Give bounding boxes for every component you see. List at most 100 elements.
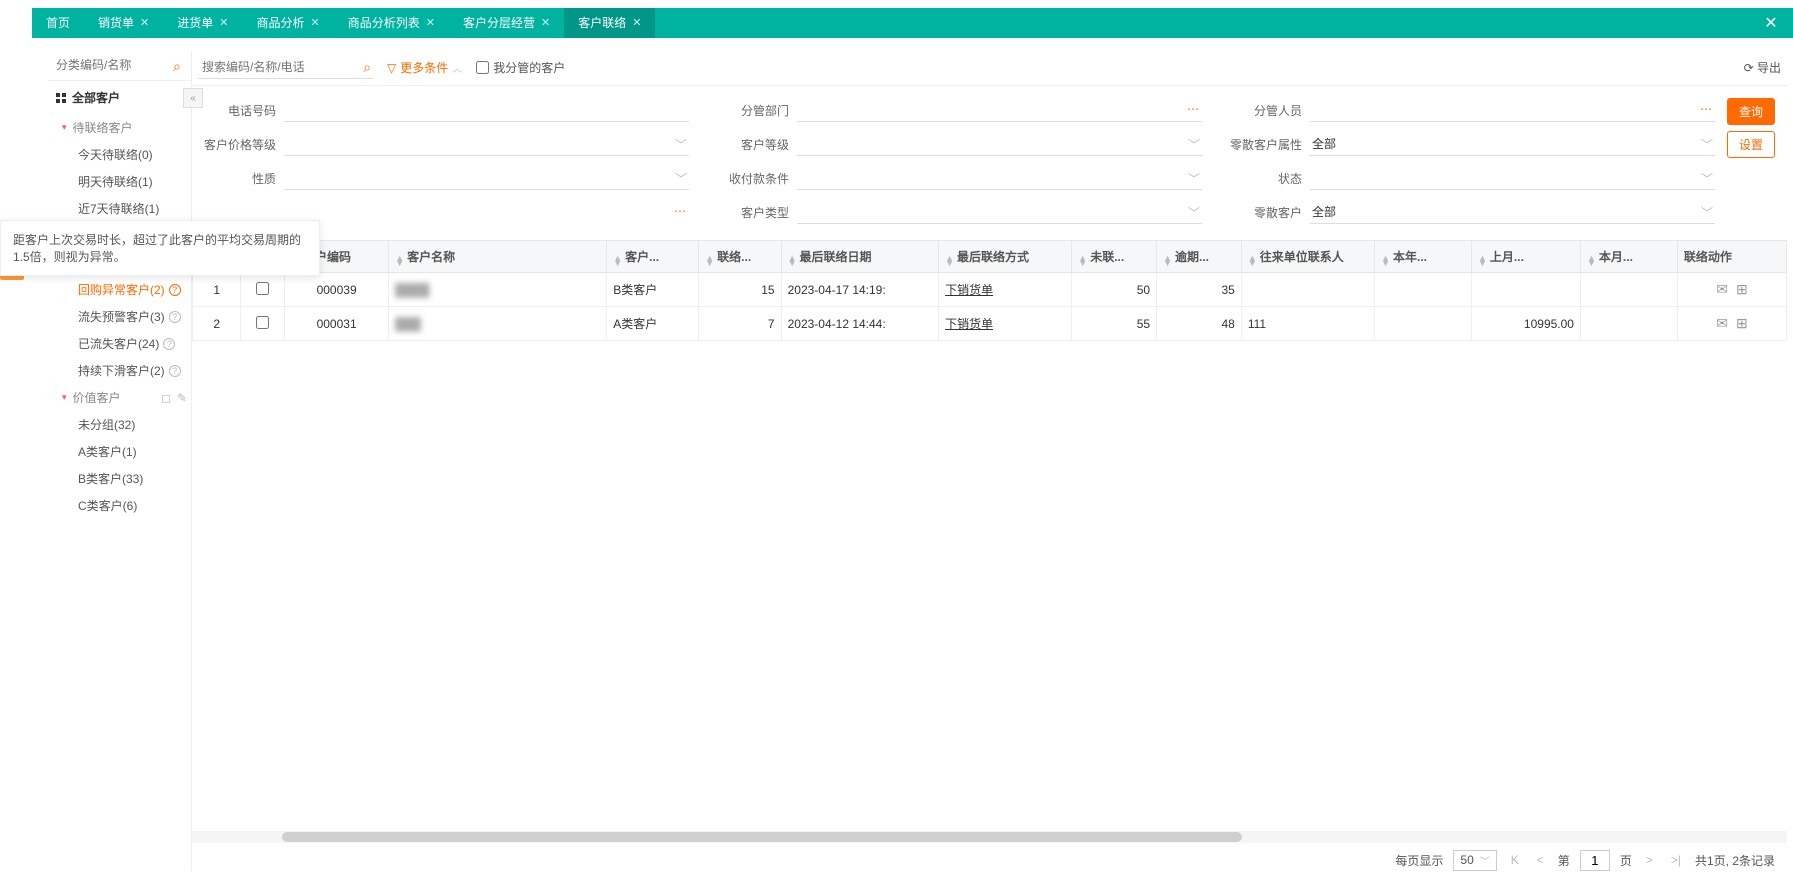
more-action-icon[interactable]: ⊞ bbox=[1736, 315, 1748, 331]
sidebar-item[interactable]: 持续下滑客户(2)? bbox=[48, 357, 191, 384]
filter-input[interactable]: ﹀ bbox=[797, 200, 1202, 224]
add-icon[interactable]: ◻ bbox=[161, 391, 171, 405]
sidebar-search-input[interactable] bbox=[52, 54, 183, 76]
horizontal-scrollbar[interactable] bbox=[192, 831, 1787, 843]
sidebar-item[interactable]: C类客户(6) bbox=[48, 492, 191, 519]
wechat-icon[interactable]: ✉ bbox=[1716, 315, 1728, 331]
sidebar-group[interactable]: ▾待联络客户 bbox=[48, 114, 191, 141]
sidebar-group[interactable]: ▾价值客户◻✎ bbox=[48, 384, 191, 411]
chevron-down-icon[interactable]: ﹀ bbox=[1701, 136, 1713, 153]
row-checkbox[interactable] bbox=[256, 282, 269, 295]
sidebar-item[interactable]: 未分组(32) bbox=[48, 411, 191, 438]
help-icon[interactable]: ? bbox=[163, 338, 175, 350]
table-header[interactable]: ▲▼逾期... bbox=[1157, 241, 1242, 273]
more-icon[interactable]: ⋯ bbox=[674, 204, 687, 218]
table-header[interactable]: ▲▼联络... bbox=[699, 241, 781, 273]
search-icon[interactable]: ⌕ bbox=[363, 59, 371, 76]
table-header[interactable]: ▲▼未联... bbox=[1072, 241, 1157, 273]
chevron-down-icon[interactable]: ﹀ bbox=[1188, 170, 1200, 187]
table-header[interactable]: ▲▼客户... bbox=[607, 241, 699, 273]
table-header[interactable]: ▲▼客户名称 bbox=[389, 241, 607, 273]
sidebar-item[interactable]: 明天待联络(1) bbox=[48, 168, 191, 195]
table-scroll[interactable]: ⚙ ▲▼客户编码▲▼客户名称▲▼客户...▲▼联络...▲▼最后联络日期▲▼最后… bbox=[192, 240, 1787, 825]
pager-prev[interactable]: < bbox=[1533, 853, 1548, 867]
settings-button[interactable]: 设置 bbox=[1727, 131, 1775, 158]
filter-field: 零散客户全部﹀ bbox=[1226, 200, 1715, 224]
tab-3[interactable]: 商品分析✕ bbox=[242, 8, 333, 38]
table-header[interactable]: ▲▼最后联络日期 bbox=[781, 241, 938, 273]
sidebar-item[interactable]: 近7天待联络(1) bbox=[48, 195, 191, 222]
export-button[interactable]: ⟳ 导出 bbox=[1744, 59, 1781, 76]
last-way-link[interactable]: 下销货单 bbox=[945, 317, 993, 331]
help-icon[interactable]: ? bbox=[169, 365, 181, 377]
close-icon[interactable]: ✕ bbox=[541, 8, 550, 38]
pager-page-input[interactable] bbox=[1580, 850, 1610, 871]
tab-2[interactable]: 进货单✕ bbox=[163, 8, 242, 38]
sidebar-item[interactable]: 流失预警客户(3)? bbox=[48, 303, 191, 330]
more-icon[interactable]: ⋯ bbox=[1700, 102, 1713, 116]
sidebar-item[interactable]: 回购异常客户(2)? bbox=[48, 276, 191, 303]
close-icon[interactable]: ✕ bbox=[219, 8, 228, 38]
search-icon[interactable]: ⌕ bbox=[173, 58, 181, 75]
main-search-input[interactable] bbox=[198, 56, 373, 79]
filter-input[interactable]: ﹀ bbox=[284, 166, 689, 190]
table-header[interactable]: ▲▼往来单位联系人 bbox=[1241, 241, 1374, 273]
tab-1[interactable]: 销货单✕ bbox=[84, 8, 163, 38]
pager-first[interactable]: K bbox=[1507, 853, 1523, 867]
table-header[interactable]: ▲▼上月... bbox=[1471, 241, 1580, 273]
filter-input[interactable]: ⋯ bbox=[1310, 98, 1715, 122]
chevron-down-icon[interactable]: ﹀ bbox=[1188, 204, 1200, 221]
close-icon[interactable]: ✕ bbox=[311, 8, 320, 38]
close-icon[interactable]: ✕ bbox=[632, 8, 641, 38]
scrollbar-thumb[interactable] bbox=[282, 832, 1242, 842]
last-way-link[interactable]: 下销货单 bbox=[945, 283, 993, 297]
sidebar-root[interactable]: 全部客户 bbox=[48, 81, 191, 114]
row-checkbox[interactable] bbox=[256, 316, 269, 329]
query-button[interactable]: 查询 bbox=[1727, 98, 1775, 125]
wechat-icon[interactable]: ✉ bbox=[1716, 281, 1728, 297]
table-header[interactable]: 联络动作 bbox=[1677, 241, 1786, 273]
chevron-down-icon[interactable]: ﹀ bbox=[675, 136, 687, 153]
filter-input[interactable]: 全部﹀ bbox=[1310, 200, 1715, 224]
help-icon[interactable]: ? bbox=[169, 284, 181, 296]
more-conditions[interactable]: ▽ 更多条件 ︿ bbox=[387, 59, 462, 76]
more-icon[interactable]: ⋯ bbox=[1187, 102, 1200, 116]
sidebar-item[interactable]: B类客户(33) bbox=[48, 465, 191, 492]
close-icon[interactable]: ✕ bbox=[140, 8, 149, 38]
table-header[interactable]: ▲▼本月... bbox=[1580, 241, 1677, 273]
table-header[interactable]: ▲▼本年... bbox=[1375, 241, 1472, 273]
help-icon[interactable]: ? bbox=[169, 311, 181, 323]
row-select[interactable] bbox=[241, 307, 285, 341]
chevron-down-icon[interactable]: ﹀ bbox=[1701, 170, 1713, 187]
chevron-down-icon[interactable]: ﹀ bbox=[1188, 136, 1200, 153]
sidebar-item[interactable]: A类客户(1) bbox=[48, 438, 191, 465]
tab-6[interactable]: 客户联络✕ bbox=[564, 8, 655, 38]
row-select[interactable] bbox=[241, 273, 285, 307]
sidebar-item[interactable]: 今天待联络(0) bbox=[48, 141, 191, 168]
tab-4[interactable]: 商品分析列表✕ bbox=[334, 8, 449, 38]
sidebar-collapse-icon[interactable]: « bbox=[183, 88, 203, 108]
sidebar-item[interactable]: 已流失客户(24)? bbox=[48, 330, 191, 357]
pager-next[interactable]: > bbox=[1642, 853, 1657, 867]
filter-input[interactable]: ﹀ bbox=[284, 132, 689, 156]
my-customers-checkbox-wrap[interactable]: 我分管的客户 bbox=[476, 59, 565, 76]
filter-input[interactable] bbox=[284, 98, 689, 122]
chevron-down-icon[interactable]: ﹀ bbox=[1701, 204, 1713, 221]
table-header[interactable]: ▲▼最后联络方式 bbox=[939, 241, 1072, 273]
my-customers-checkbox[interactable] bbox=[476, 61, 489, 74]
close-icon[interactable]: ✕ bbox=[426, 8, 435, 38]
chevron-down-icon[interactable]: ﹀ bbox=[675, 170, 687, 187]
filter-input[interactable]: ﹀ bbox=[797, 166, 1202, 190]
pager-last[interactable]: >| bbox=[1667, 853, 1685, 867]
table-header-label: 上月... bbox=[1490, 250, 1524, 264]
filter-input[interactable]: ﹀ bbox=[1310, 166, 1715, 190]
tab-0[interactable]: 首页 bbox=[32, 8, 84, 38]
filter-input[interactable]: ﹀ bbox=[797, 132, 1202, 156]
per-page-select[interactable]: 50 ﹀ bbox=[1453, 850, 1496, 871]
tab-5[interactable]: 客户分层经营✕ bbox=[449, 8, 564, 38]
filter-input[interactable]: 全部﹀ bbox=[1310, 132, 1715, 156]
tab-close-all-icon[interactable]: ✕ bbox=[1757, 9, 1785, 37]
edit-icon[interactable]: ✎ bbox=[177, 391, 187, 405]
more-action-icon[interactable]: ⊞ bbox=[1736, 281, 1748, 297]
filter-input[interactable]: ⋯ bbox=[797, 98, 1202, 122]
